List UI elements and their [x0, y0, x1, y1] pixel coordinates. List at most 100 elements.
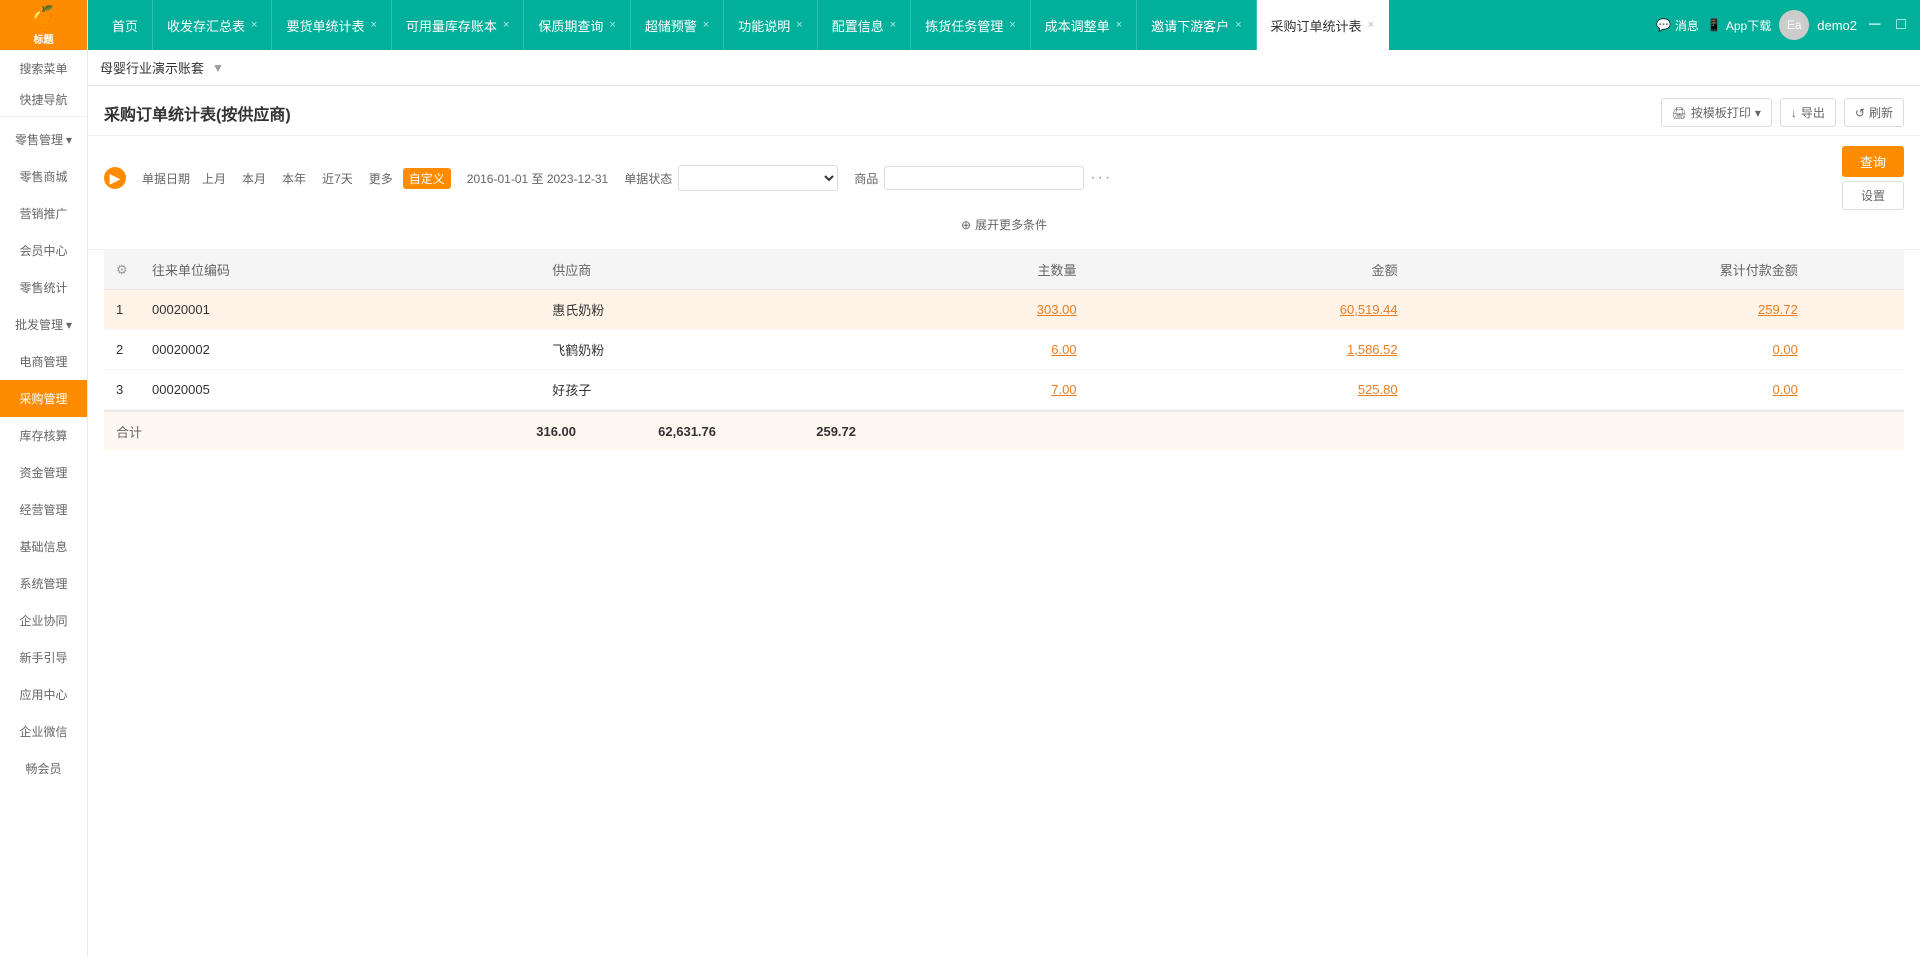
sidebar-item-label: 基础信息 — [19, 538, 67, 555]
divider — [0, 116, 87, 117]
tab-function-desc[interactable]: 功能说明 × — [724, 0, 817, 50]
date-shortcuts: 上月 本月 本年 近7天 更多 自定义 — [196, 168, 451, 189]
tab-close-icon[interactable]: × — [1368, 19, 1374, 31]
sidebar-item-member2[interactable]: 畅会员 — [0, 750, 87, 787]
search-button[interactable]: 查询 — [1842, 146, 1904, 177]
status-select[interactable] — [678, 165, 838, 191]
table-row[interactable]: 1 00020001 惠氏奶粉 303.00 60,519.44 259.72 — [104, 290, 1904, 330]
template-print-button[interactable]: 🖨 按模板打印 ▾ — [1661, 98, 1772, 127]
shortcut-last-month[interactable]: 上月 — [196, 168, 232, 189]
message-icon: 💬 — [1656, 18, 1671, 32]
sidebar-search[interactable]: 搜索菜单 — [0, 50, 87, 83]
sidebar-item-basic[interactable]: 基础信息 — [0, 528, 87, 565]
minimize-button[interactable]: ─ — [1865, 12, 1884, 38]
data-table: ⚙ 往来单位编码 供应商 主数量 金额 累计付款金额 1 00020001 惠氏… — [104, 250, 1904, 410]
sidebar-item-label: 会员中心 — [19, 242, 67, 259]
printer-icon: 🖨 — [1672, 106, 1687, 120]
sidebar-item-label: 经营管理 — [19, 501, 67, 518]
sidebar-item-system[interactable]: 系统管理 — [0, 565, 87, 602]
column-settings-icon[interactable]: ⚙ — [116, 262, 128, 277]
qty-cell: 7.00 — [838, 370, 1088, 410]
date-label: 单据日期 — [142, 170, 190, 187]
refresh-button[interactable]: ↺ 刷新 — [1844, 98, 1904, 127]
shortcut-this-month[interactable]: 本月 — [236, 168, 272, 189]
page-content: 采购订单统计表(按供应商) 🖨 按模板打印 ▾ ↓ 导出 ↺ 刷新 — [88, 86, 1920, 957]
tab-order-stats[interactable]: 要货单统计表 × — [272, 0, 391, 50]
table-row[interactable]: 2 00020002 飞鹤奶粉 6.00 1,586.52 0.00 — [104, 330, 1904, 370]
status-label: 单据状态 — [624, 170, 672, 187]
username[interactable]: demo2 — [1817, 18, 1857, 33]
sidebar-item-inventory[interactable]: 库存核算 — [0, 417, 87, 454]
shortcut-custom[interactable]: 自定义 — [403, 168, 451, 189]
tab-close-icon[interactable]: × — [370, 19, 376, 31]
goods-input[interactable] — [884, 166, 1084, 190]
sidebar-item-member[interactable]: 会员中心 — [0, 232, 87, 269]
user-avatar[interactable]: Ea — [1779, 10, 1809, 40]
qty-cell: 6.00 — [838, 330, 1088, 370]
tab-close-icon[interactable]: × — [890, 19, 896, 31]
app-label: App下载 — [1726, 17, 1771, 34]
tab-label: 超储预警 — [645, 16, 697, 35]
tab-close-icon[interactable]: × — [503, 19, 509, 31]
sidebar-item-wechat[interactable]: 企业微信 — [0, 713, 87, 750]
app-download-button[interactable]: 📱 App下载 — [1707, 17, 1771, 34]
sidebar-item-retail[interactable]: 零售管理 ▾ — [0, 121, 87, 158]
tab-config-info[interactable]: 配置信息 × — [818, 0, 911, 50]
tab-overstock-alert[interactable]: 超储预警 × — [631, 0, 724, 50]
sidebar-item-label: 营销推广 — [19, 205, 67, 222]
shortcut-this-year[interactable]: 本年 — [276, 168, 312, 189]
supplier-cell: 惠氏奶粉 — [540, 290, 838, 330]
sidebar-item-finance[interactable]: 资金管理 — [0, 454, 87, 491]
message-button[interactable]: 💬 消息 — [1656, 17, 1699, 34]
sidebar-item-ecommerce[interactable]: 电商管理 — [0, 343, 87, 380]
export-button[interactable]: ↓ 导出 — [1780, 98, 1836, 127]
unit-code-cell: 00020002 — [140, 330, 540, 370]
table-row[interactable]: 3 00020005 好孩子 7.00 525.80 0.00 — [104, 370, 1904, 410]
sidebar-item-retail-stats[interactable]: 零售统计 — [0, 269, 87, 306]
tab-close-icon[interactable]: × — [703, 19, 709, 31]
sidebar-item-newbie[interactable]: 新手引导 — [0, 639, 87, 676]
quick-nav[interactable]: 快捷导航 — [0, 83, 87, 112]
expand-arrow-button[interactable]: ▶ — [104, 167, 126, 189]
sidebar-item-ops[interactable]: 经营管理 — [0, 491, 87, 528]
dropdown-arrow-icon[interactable]: ▼ — [212, 61, 224, 75]
more-options-icon[interactable]: ··· — [1090, 169, 1112, 187]
tab-label: 保质期查询 — [538, 16, 603, 35]
tab-close-icon[interactable]: × — [796, 19, 802, 31]
sidebar-item-purchase[interactable]: 采购管理 — [0, 380, 87, 417]
sidebar-item-wholesale[interactable]: 批发管理 ▾ — [0, 306, 87, 343]
tab-pick-task[interactable]: 拣货任务管理 × — [911, 0, 1030, 50]
sidebar-item-marketing[interactable]: 营销推广 — [0, 195, 87, 232]
tab-available-stock[interactable]: 可用量库存账本 × — [392, 0, 524, 50]
tab-close-icon[interactable]: × — [1009, 19, 1015, 31]
tab-home[interactable]: 首页 — [98, 0, 153, 50]
shortcut-more[interactable]: 更多 — [363, 168, 399, 189]
maximize-button[interactable]: □ — [1892, 12, 1910, 38]
tab-close-icon[interactable]: × — [1116, 19, 1122, 31]
paid-cell: 0.00 — [1410, 370, 1810, 410]
settings-button[interactable]: 设置 — [1842, 181, 1904, 210]
tab-receive-summary[interactable]: 收发存汇总表 × — [153, 0, 272, 50]
expand-more-button[interactable]: ⊕ 展开更多条件 — [961, 216, 1047, 233]
tab-close-icon[interactable]: × — [609, 19, 615, 31]
filter-row-1: ▶ 单据日期 上月 本月 本年 近7天 更多 自定义 2016-01-01 至 … — [104, 146, 1904, 210]
sidebar-item-apps[interactable]: 应用中心 — [0, 676, 87, 713]
sidebar-item-retail-shop[interactable]: 零售商城 — [0, 158, 87, 195]
tab-purchase-order-stats[interactable]: 采购订单统计表 × — [1257, 0, 1389, 50]
chevron-down-icon: ▾ — [66, 318, 72, 332]
table-body: 1 00020001 惠氏奶粉 303.00 60,519.44 259.72 … — [104, 290, 1904, 410]
date-filter: 单据日期 上月 本月 本年 近7天 更多 自定义 — [142, 168, 451, 189]
refresh-icon: ↺ — [1855, 106, 1865, 120]
tab-label: 采购订单统计表 — [1271, 16, 1362, 35]
logo-icon: 🍊 — [31, 4, 56, 29]
tab-cost-adjust[interactable]: 成本调整单 × — [1031, 0, 1137, 50]
shortcut-7days[interactable]: 近7天 — [316, 168, 359, 189]
tab-invite-downstream[interactable]: 邀请下游客户 × — [1137, 0, 1256, 50]
tab-close-icon[interactable]: × — [1235, 19, 1241, 31]
tab-expiry-query[interactable]: 保质期查询 × — [524, 0, 630, 50]
supplier-cell: 好孩子 — [540, 370, 838, 410]
sidebar-item-corp[interactable]: 企业协同 — [0, 602, 87, 639]
tab-close-icon[interactable]: × — [251, 19, 257, 31]
tab-label: 收发存汇总表 — [167, 16, 245, 35]
sidebar-item-label: 新手引导 — [19, 649, 67, 666]
